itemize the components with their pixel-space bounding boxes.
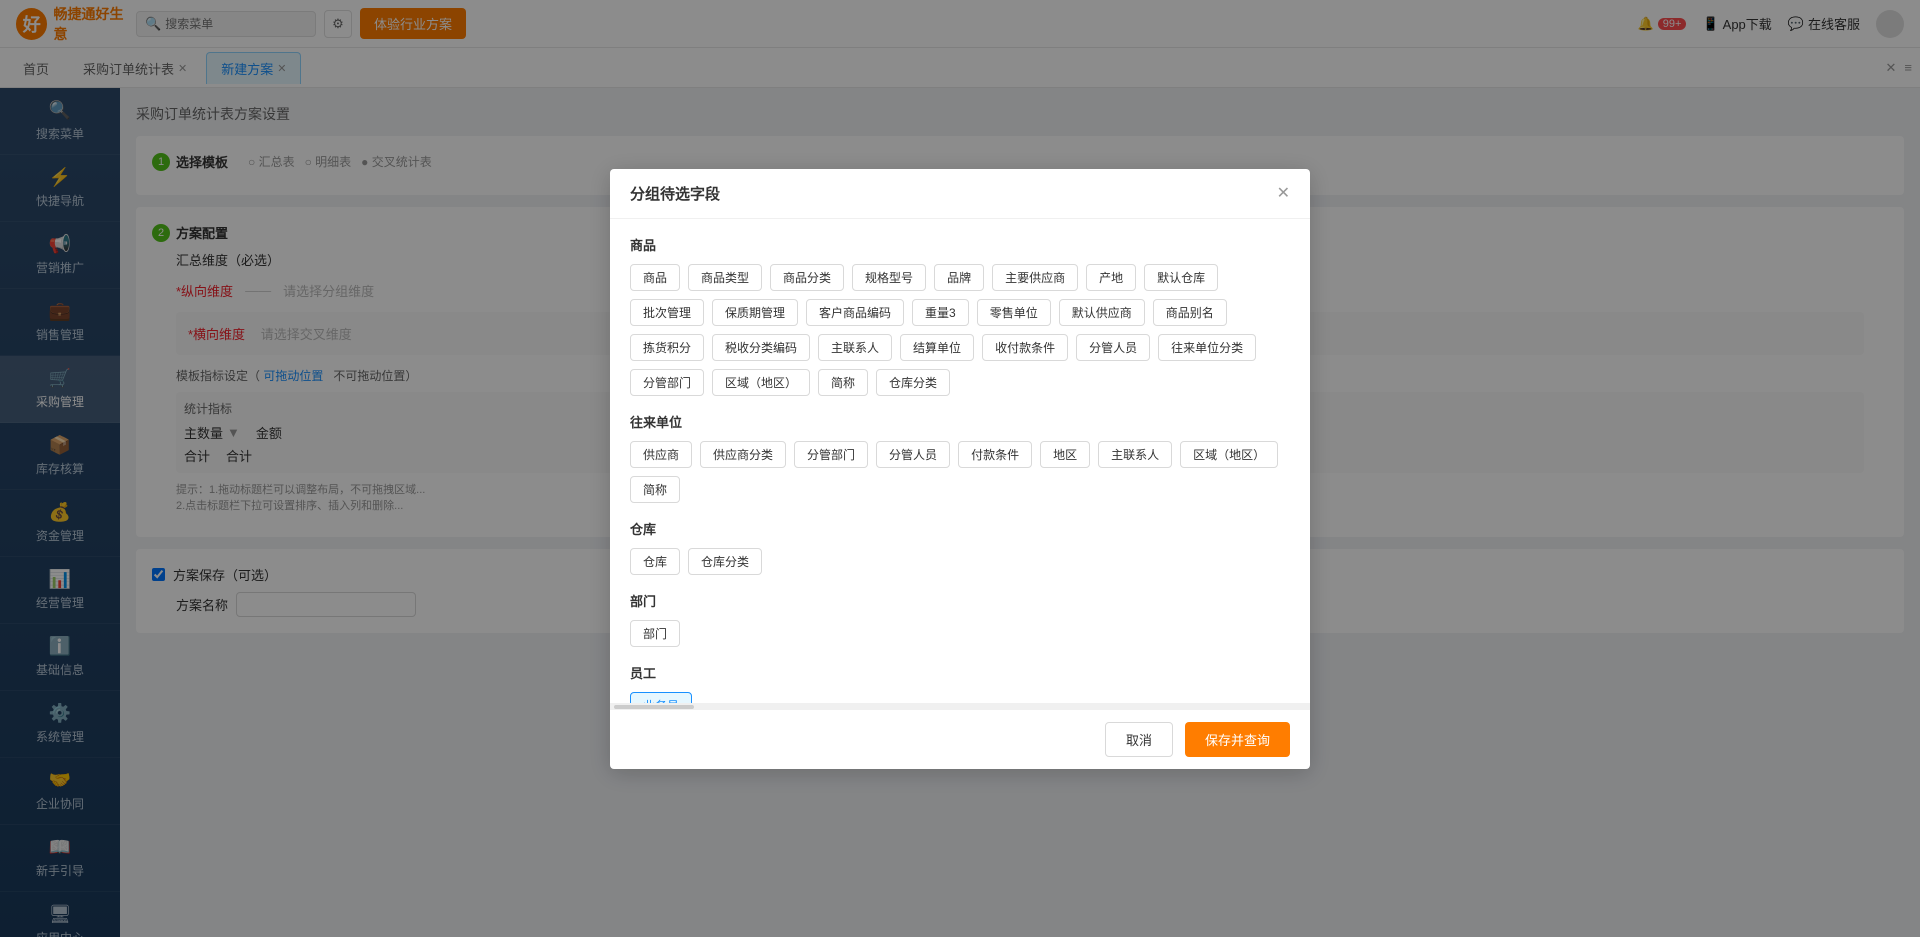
field-batch-mgmt[interactable]: 批次管理 [630, 299, 704, 326]
modal-footer: 取消 保存并查询 [610, 709, 1310, 769]
field-short-name-partner[interactable]: 简称 [630, 476, 680, 503]
field-dept-partner[interactable]: 分管部门 [794, 441, 868, 468]
cancel-button[interactable]: 取消 [1105, 722, 1173, 757]
section-warehouse-title: 仓库 [630, 519, 1290, 538]
field-supplier-category[interactable]: 供应商分类 [700, 441, 786, 468]
field-pick-score[interactable]: 拣货积分 [630, 334, 704, 361]
field-pay-terms[interactable]: 付款条件 [958, 441, 1032, 468]
field-main-supplier[interactable]: 主要供应商 [992, 264, 1078, 291]
modal-close-icon[interactable]: ✕ [1277, 183, 1290, 203]
section-partner: 往来单位 供应商 供应商分类 分管部门 分管人员 付款条件 地区 主联系人 区域… [630, 412, 1290, 503]
field-customer-code[interactable]: 客户商品编码 [806, 299, 904, 326]
field-payment-terms[interactable]: 收付款条件 [982, 334, 1068, 361]
section-dept-title: 部门 [630, 591, 1290, 610]
field-settlement-unit[interactable]: 结算单位 [900, 334, 974, 361]
field-short-name-product[interactable]: 简称 [818, 369, 868, 396]
field-retail-unit[interactable]: 零售单位 [977, 299, 1051, 326]
modal-title: 分组待选字段 [630, 183, 720, 204]
field-contact-partner[interactable]: 主联系人 [1098, 441, 1172, 468]
warehouse-fields: 仓库 仓库分类 [630, 548, 1290, 575]
scrollbar-thumb [614, 705, 694, 709]
field-person-partner[interactable]: 分管人员 [876, 441, 950, 468]
section-product-title: 商品 [630, 235, 1290, 254]
modal-overlay: 分组待选字段 ✕ 商品 商品 商品类型 商品分类 规格型号 品牌 主要供应商 产… [0, 0, 1920, 937]
field-main-contact[interactable]: 主联系人 [818, 334, 892, 361]
section-employee-title: 员工 [630, 663, 1290, 682]
field-product[interactable]: 商品 [630, 264, 680, 291]
section-employee: 员工 业务员 [630, 663, 1290, 703]
field-product-alias[interactable]: 商品别名 [1153, 299, 1227, 326]
field-weight3[interactable]: 重量3 [912, 299, 969, 326]
confirm-button[interactable]: 保存并查询 [1185, 722, 1290, 757]
field-spec-model[interactable]: 规格型号 [852, 264, 926, 291]
field-supplier[interactable]: 供应商 [630, 441, 692, 468]
field-warehouse[interactable]: 仓库 [630, 548, 680, 575]
dept-fields: 部门 [630, 620, 1290, 647]
field-dept-in-charge[interactable]: 分管部门 [630, 369, 704, 396]
partner-fields: 供应商 供应商分类 分管部门 分管人员 付款条件 地区 主联系人 区域（地区） … [630, 441, 1290, 503]
field-region-product[interactable]: 区域（地区） [712, 369, 810, 396]
field-default-warehouse[interactable]: 默认仓库 [1144, 264, 1218, 291]
section-warehouse: 仓库 仓库 仓库分类 [630, 519, 1290, 575]
product-fields: 商品 商品类型 商品分类 规格型号 品牌 主要供应商 产地 默认仓库 批次管理 … [630, 264, 1290, 396]
field-partner-category[interactable]: 往来单位分类 [1158, 334, 1256, 361]
field-product-category[interactable]: 商品分类 [770, 264, 844, 291]
modal-header: 分组待选字段 ✕ [610, 169, 1310, 219]
modal-h-scrollbar [610, 703, 1310, 709]
field-region-partner[interactable]: 区域（地区） [1180, 441, 1278, 468]
field-select-modal: 分组待选字段 ✕ 商品 商品 商品类型 商品分类 规格型号 品牌 主要供应商 产… [610, 169, 1310, 769]
field-warehouse-category-product[interactable]: 仓库分类 [876, 369, 950, 396]
field-origin[interactable]: 产地 [1086, 264, 1136, 291]
field-tax-code[interactable]: 税收分类编码 [712, 334, 810, 361]
section-dept: 部门 部门 [630, 591, 1290, 647]
field-dept[interactable]: 部门 [630, 620, 680, 647]
modal-body: 商品 商品 商品类型 商品分类 规格型号 品牌 主要供应商 产地 默认仓库 批次… [610, 219, 1310, 703]
field-salesperson[interactable]: 业务员 [630, 692, 692, 703]
section-partner-title: 往来单位 [630, 412, 1290, 431]
field-brand[interactable]: 品牌 [934, 264, 984, 291]
field-default-supplier[interactable]: 默认供应商 [1059, 299, 1145, 326]
field-expiry-mgmt[interactable]: 保质期管理 [712, 299, 798, 326]
field-area[interactable]: 地区 [1040, 441, 1090, 468]
field-product-type[interactable]: 商品类型 [688, 264, 762, 291]
section-product: 商品 商品 商品类型 商品分类 规格型号 品牌 主要供应商 产地 默认仓库 批次… [630, 235, 1290, 396]
field-warehouse-category[interactable]: 仓库分类 [688, 548, 762, 575]
employee-fields: 业务员 [630, 692, 1290, 703]
field-person-in-charge[interactable]: 分管人员 [1076, 334, 1150, 361]
